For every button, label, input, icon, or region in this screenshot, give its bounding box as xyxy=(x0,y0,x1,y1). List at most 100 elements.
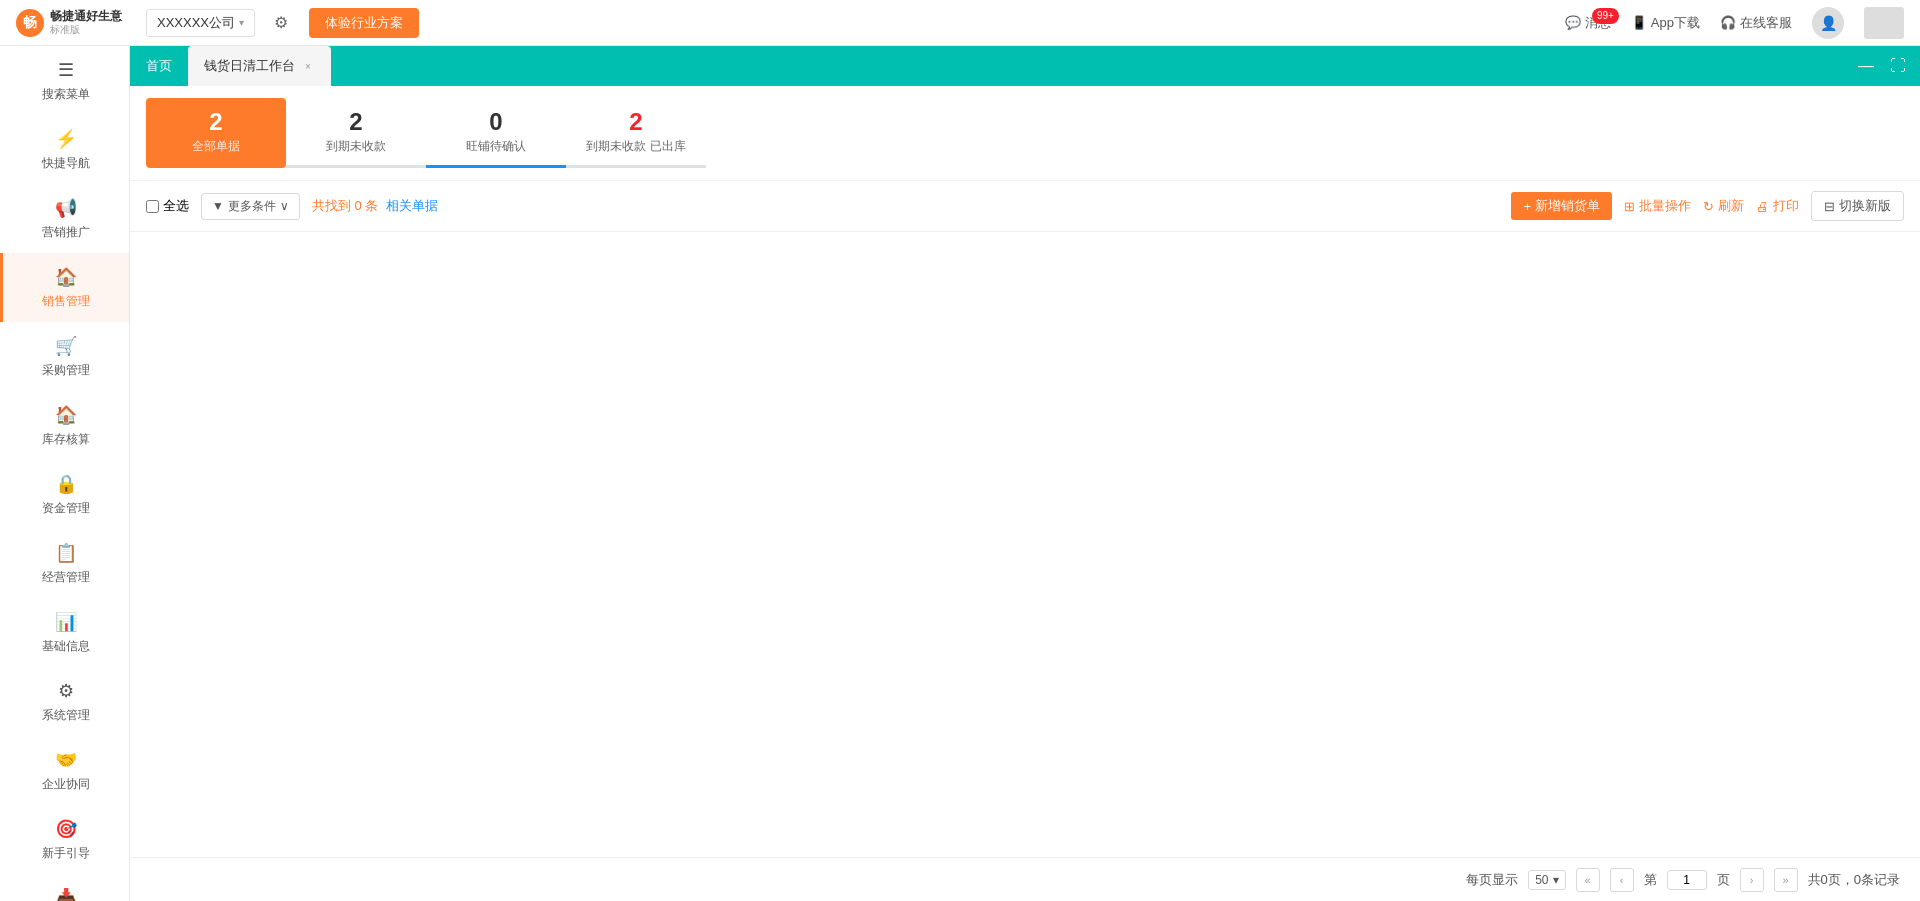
stat-number-overdue: 2 xyxy=(306,108,406,136)
content-area: 首页 钱货日清工作台 × — ⛶ 2 全部单据 2 到期未收款 xyxy=(130,46,1920,901)
select-all-input[interactable] xyxy=(146,200,159,213)
sidebar-label-basic-info: 基础信息 xyxy=(42,638,90,655)
tab-minimize-icon[interactable]: — xyxy=(1854,54,1878,78)
tab-close-icon[interactable]: × xyxy=(301,59,315,73)
sidebar-label-search-menu: 搜索菜单 xyxy=(42,86,90,103)
switch-label: 切换新版 xyxy=(1839,197,1891,215)
stats-row: 2 全部单据 2 到期未收款 0 旺铺待确认 2 到期未收款 已出库 xyxy=(130,86,1920,181)
add-icon: + xyxy=(1523,199,1531,214)
sidebar-item-quick-nav[interactable]: ⚡ 快捷导航 xyxy=(0,115,129,184)
prev-page-button[interactable]: ‹ xyxy=(1610,868,1634,892)
stat-card-all[interactable]: 2 全部单据 xyxy=(146,98,286,168)
found-count: 0 xyxy=(355,198,362,213)
page-suffix: 页 xyxy=(1717,871,1730,889)
first-page-button[interactable]: « xyxy=(1576,868,1600,892)
purchase-icon: 🛒 xyxy=(54,334,78,358)
sidebar-item-marketing[interactable]: 📢 营销推广 xyxy=(0,184,129,253)
found-link[interactable]: 相关单据 xyxy=(386,198,438,213)
found-suffix: 条 xyxy=(365,198,378,213)
company-selector[interactable]: XXXXXX公司 ▾ xyxy=(146,9,255,37)
add-sale-button[interactable]: + 新增销货单 xyxy=(1511,192,1612,220)
tab-active-label: 钱货日清工作台 xyxy=(204,57,295,75)
filter-button[interactable]: ▼ 更多条件 ∨ xyxy=(201,193,300,220)
tab-expand-icon[interactable]: ⛶ xyxy=(1886,54,1910,78)
sidebar: ☰ 搜索菜单 ⚡ 快捷导航 📢 营销推广 🏠 销售管理 🛒 采购管理 🏠 库存核… xyxy=(0,46,130,901)
logo-main: 畅捷通好生意 xyxy=(50,9,122,23)
stat-number-all: 2 xyxy=(166,108,266,136)
sidebar-item-purchase[interactable]: 🛒 采购管理 xyxy=(0,322,129,391)
last-page-button[interactable]: » xyxy=(1774,868,1798,892)
sidebar-item-system[interactable]: ⚙ 系统管理 xyxy=(0,667,129,736)
select-all-checkbox[interactable]: 全选 xyxy=(146,197,189,215)
stat-label-overdue: 到期未收款 xyxy=(306,138,406,155)
switch-version-button[interactable]: ⊟ 切换新版 xyxy=(1811,191,1904,221)
print-button[interactable]: 🖨 打印 xyxy=(1756,197,1799,215)
refresh-label: 刷新 xyxy=(1718,197,1744,215)
logo-icon: 畅 xyxy=(16,9,44,37)
sidebar-item-search-menu[interactable]: ☰ 搜索菜单 xyxy=(0,46,129,115)
sidebar-label-cooperation: 企业协同 xyxy=(42,776,90,793)
stat-card-overdue[interactable]: 2 到期未收款 xyxy=(286,98,426,168)
batch-label: 批量操作 xyxy=(1639,197,1691,215)
sidebar-item-basic-info[interactable]: 📊 基础信息 xyxy=(0,598,129,667)
company-name: XXXXXX公司 xyxy=(157,14,235,32)
sidebar-item-cooperation[interactable]: 🤝 企业协同 xyxy=(0,736,129,805)
stat-card-wangpu[interactable]: 0 旺铺待确认 xyxy=(426,98,566,168)
total-info: 共0页，0条记录 xyxy=(1808,871,1900,889)
next-page-button[interactable]: › xyxy=(1740,868,1764,892)
app-download-button[interactable]: 📱 App下载 xyxy=(1631,14,1700,32)
tab-home[interactable]: 首页 xyxy=(130,46,188,86)
page-size-arrow: ▾ xyxy=(1553,873,1559,887)
found-prefix: 共找到 xyxy=(312,198,351,213)
sidebar-label-guide: 新手引导 xyxy=(42,845,90,862)
page-prefix: 第 xyxy=(1644,871,1657,889)
trial-button[interactable]: 体验行业方案 xyxy=(309,8,419,38)
sidebar-item-app-center[interactable]: 📥 应用中心 xyxy=(0,874,129,901)
tab-bar: 首页 钱货日清工作台 × — ⛶ xyxy=(130,46,1920,86)
tab-active[interactable]: 钱货日清工作台 × xyxy=(188,46,331,86)
sidebar-item-operations[interactable]: 📋 经营管理 xyxy=(0,529,129,598)
add-label: 新增销货单 xyxy=(1535,197,1600,215)
settings-icon[interactable]: ⚙ xyxy=(265,7,297,39)
sidebar-item-inventory[interactable]: 🏠 库存核算 xyxy=(0,391,129,460)
stat-label-wangpu: 旺铺待确认 xyxy=(446,138,546,155)
pagination-bar: 每页显示 50 ▾ « ‹ 第 页 › » 共0页，0条记录 xyxy=(130,857,1920,901)
logo-sub: 标准版 xyxy=(50,24,122,36)
sidebar-item-capital[interactable]: 🔒 资金管理 xyxy=(0,460,129,529)
online-service-button[interactable]: 🎧 在线客服 xyxy=(1720,14,1792,32)
sales-icon: 🏠 xyxy=(54,265,78,289)
stat-label-overdue-unshipped: 到期未收款 已出库 xyxy=(586,138,686,155)
message-button[interactable]: 💬 消息 99+ xyxy=(1565,14,1611,32)
refresh-button[interactable]: ↻ 刷新 xyxy=(1703,197,1744,215)
logo-area: 畅 畅捷通好生意 标准版 xyxy=(16,9,146,37)
refresh-icon: ↻ xyxy=(1703,199,1714,214)
sidebar-item-sales[interactable]: 🏠 销售管理 xyxy=(0,253,129,322)
batch-icon: ⊞ xyxy=(1624,199,1635,214)
avatar[interactable]: 👤 xyxy=(1812,7,1844,39)
inventory-icon: 🏠 xyxy=(54,403,78,427)
app-download-label: App下载 xyxy=(1651,14,1700,32)
sidebar-label-system: 系统管理 xyxy=(42,707,90,724)
sidebar-label-operations: 经营管理 xyxy=(42,569,90,586)
online-service-label: 在线客服 xyxy=(1740,14,1792,32)
sidebar-label-sales: 销售管理 xyxy=(42,293,90,310)
page-input[interactable] xyxy=(1667,870,1707,890)
print-label: 打印 xyxy=(1773,197,1799,215)
stat-card-overdue-unshipped[interactable]: 2 到期未收款 已出库 xyxy=(566,98,706,168)
company-dropdown-icon: ▾ xyxy=(239,17,244,28)
capital-icon: 🔒 xyxy=(54,472,78,496)
sidebar-label-capital: 资金管理 xyxy=(42,500,90,517)
sidebar-item-guide[interactable]: 🎯 新手引导 xyxy=(0,805,129,874)
marketing-icon: 📢 xyxy=(54,196,78,220)
app-download-icon: 📱 xyxy=(1631,15,1647,30)
toolbar: 全选 ▼ 更多条件 ∨ 共找到 0 条 相关单据 + 新增销货单 xyxy=(130,181,1920,232)
stat-label-all: 全部单据 xyxy=(166,138,266,155)
batch-operation-button[interactable]: ⊞ 批量操作 xyxy=(1624,197,1691,215)
user-info-area[interactable] xyxy=(1864,7,1904,39)
basic-info-icon: 📊 xyxy=(54,610,78,634)
toolbar-right: + 新增销货单 ⊞ 批量操作 ↻ 刷新 🖨 打印 xyxy=(1511,191,1904,221)
headset-icon: 🎧 xyxy=(1720,15,1736,30)
logo-text: 畅捷通好生意 标准版 xyxy=(50,9,122,35)
select-all-label: 全选 xyxy=(163,197,189,215)
page-size-select[interactable]: 50 ▾ xyxy=(1528,870,1565,890)
